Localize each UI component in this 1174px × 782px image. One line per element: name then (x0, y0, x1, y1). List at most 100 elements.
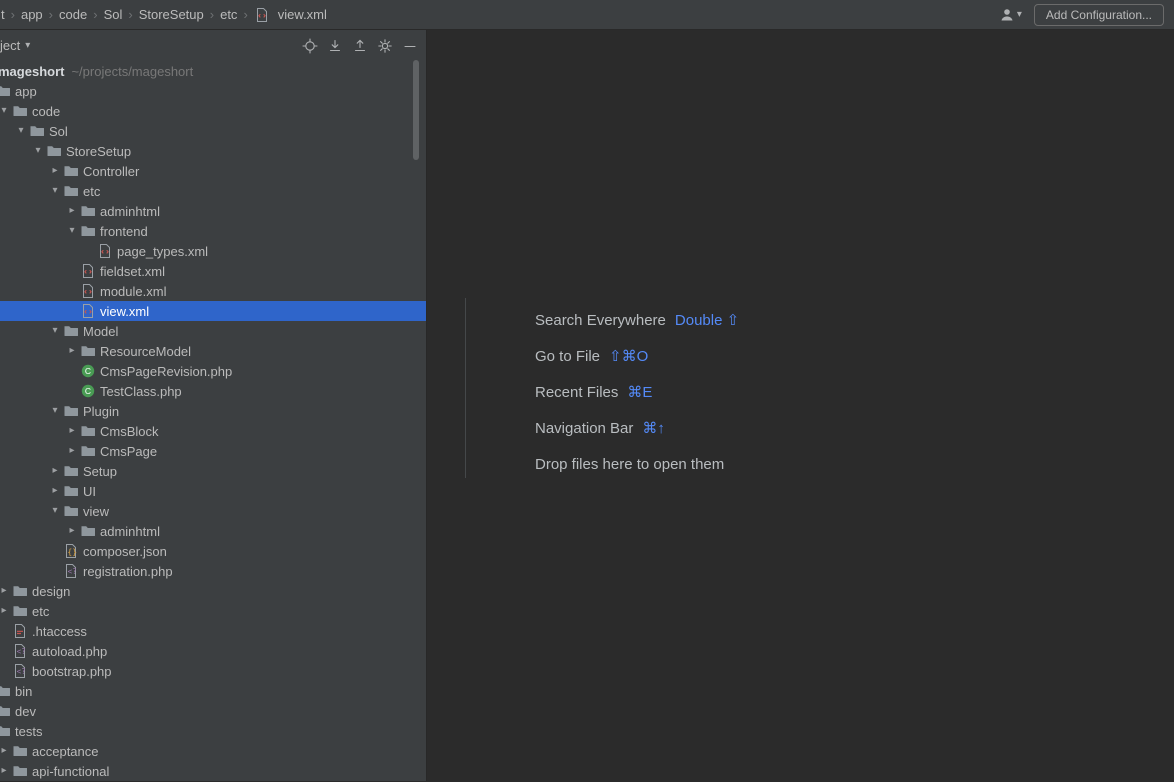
chevron-right-icon[interactable]: ▸ (64, 441, 80, 461)
folder-icon (80, 203, 96, 219)
chevron-right-icon[interactable]: ▸ (64, 341, 80, 361)
tree-item-api-functional[interactable]: ▸ api-functional (0, 761, 426, 781)
chevron-down-icon: ▾ (25, 40, 31, 51)
breadcrumb-item-code[interactable]: code (58, 7, 88, 22)
chevron-down-icon: ▾ (1016, 9, 1022, 20)
tree-item-cmsblock[interactable]: ▸ CmsBlock (0, 421, 426, 441)
tree-item-etc[interactable]: ▸ etc (0, 601, 426, 621)
folder-icon (63, 483, 79, 499)
toolbar-right: ▾ Add Configuration... (999, 3, 1174, 26)
tree-item-page-types-xml[interactable]: page_types.xml (0, 241, 426, 261)
tree-item-label: autoload.php (32, 643, 108, 659)
htaccess-file-icon (12, 623, 28, 639)
tool-window-toolbar (302, 37, 418, 54)
tree-item-controller[interactable]: ▸ Controller (0, 161, 426, 181)
xml-file-icon (80, 263, 96, 279)
chevron-down-icon[interactable]: ▾ (47, 181, 63, 201)
chevron-down-icon[interactable]: ▾ (64, 221, 80, 241)
chevron-right-icon[interactable]: ▸ (0, 761, 12, 781)
tree-item-dev[interactable]: ▸dev (0, 701, 426, 721)
tree-item-tests[interactable]: ▾tests (0, 721, 426, 741)
tree-item-resourcemodel[interactable]: ▸ ResourceModel (0, 341, 426, 361)
tree-item-acceptance[interactable]: ▸ acceptance (0, 741, 426, 761)
breadcrumb-item-etc[interactable]: etc (219, 7, 238, 22)
user-menu[interactable]: ▾ (999, 7, 1022, 23)
tree-item-sol[interactable]: ▾ Sol (0, 121, 426, 141)
tree-item-cmspagerevision-php[interactable]: C CmsPageRevision.php (0, 361, 426, 381)
chevron-down-icon[interactable]: ▾ (47, 401, 63, 421)
tree-item-autoload-php[interactable]: <? autoload.php (0, 641, 426, 661)
breadcrumb-item-file[interactable]: view.xml (253, 7, 328, 23)
chevron-right-icon[interactable]: ▸ (64, 201, 80, 221)
breadcrumb-item-sol[interactable]: Sol (103, 7, 124, 22)
svg-text:C: C (85, 386, 91, 396)
hint-shortcut: ⇧⌘O (609, 348, 649, 365)
tree-item-fieldset-xml[interactable]: fieldset.xml (0, 261, 426, 281)
tree-item-label: mageshort (0, 63, 65, 79)
folder-icon (80, 423, 96, 439)
breadcrumb-item-t[interactable]: t (0, 7, 6, 22)
chevron-right-icon[interactable]: ▸ (0, 741, 12, 761)
tree-item-model[interactable]: ▾ Model (0, 321, 426, 341)
tree-item-view[interactable]: ▾ view (0, 501, 426, 521)
folder-icon (46, 143, 62, 159)
tool-window-title[interactable]: ject ▾ (0, 38, 30, 53)
chevron-right-icon[interactable]: ▸ (47, 481, 63, 501)
svg-text:C: C (85, 366, 91, 376)
tree-item-label: view (83, 503, 110, 519)
tree-item-frontend[interactable]: ▾ frontend (0, 221, 426, 241)
locate-file-icon[interactable] (302, 37, 318, 54)
tree-item-adminhtml[interactable]: ▸ adminhtml (0, 201, 426, 221)
tree-item-adminhtml[interactable]: ▸ adminhtml (0, 521, 426, 541)
hint-shortcut: ⌘↑ (642, 420, 665, 437)
tree-item-label: .htaccess (32, 623, 87, 639)
editor-hint-line: Navigation Bar ⌘↑ (535, 410, 739, 446)
tree-item-composer-json[interactable]: {} composer.json (0, 541, 426, 561)
tree-item-label: adminhtml (100, 203, 160, 219)
chevron-down-icon[interactable]: ▾ (30, 141, 46, 161)
tree-item-bootstrap-php[interactable]: <? bootstrap.php (0, 661, 426, 681)
tree-item-etc[interactable]: ▾ etc (0, 181, 426, 201)
chevron-right-icon[interactable]: ▸ (64, 421, 80, 441)
chevron-right-icon[interactable]: ▸ (0, 581, 12, 601)
folder-icon (80, 523, 96, 539)
expand-all-icon[interactable] (327, 38, 343, 54)
chevron-right-icon[interactable]: ▸ (0, 601, 12, 621)
tree-item-mageshort[interactable]: ▾mageshort~/projects/mageshort (0, 61, 426, 81)
tree-item-bin[interactable]: ▸bin (0, 681, 426, 701)
collapse-all-icon[interactable] (352, 38, 368, 54)
xml-file-icon (80, 303, 96, 319)
chevron-down-icon[interactable]: ▾ (47, 321, 63, 341)
settings-gear-icon[interactable] (377, 38, 393, 54)
editor-hint-line: Drop files here to open them (535, 446, 739, 482)
chevron-down-icon[interactable]: ▾ (13, 121, 29, 141)
chevron-right-icon[interactable]: ▸ (47, 461, 63, 481)
tree-item-testclass-php[interactable]: C TestClass.php (0, 381, 426, 401)
tree-item-plugin[interactable]: ▾ Plugin (0, 401, 426, 421)
breadcrumb-item-storesetup[interactable]: StoreSetup (138, 7, 205, 22)
scrollbar[interactable] (413, 60, 419, 160)
breadcrumb-item-app[interactable]: app (20, 7, 44, 22)
tool-window-header: ject ▾ (0, 30, 426, 61)
add-configuration-button[interactable]: Add Configuration... (1033, 3, 1164, 26)
chevron-right-icon[interactable]: ▸ (47, 161, 63, 181)
tree-item-storesetup[interactable]: ▾ StoreSetup (0, 141, 426, 161)
tree-item-design[interactable]: ▸ design (0, 581, 426, 601)
tree-item-label: CmsBlock (100, 423, 159, 439)
tree-item-registration-php[interactable]: <? registration.php (0, 561, 426, 581)
chevron-right-icon[interactable]: ▸ (64, 521, 80, 541)
chevron-down-icon[interactable]: ▾ (47, 501, 63, 521)
tree-item-module-xml[interactable]: module.xml (0, 281, 426, 301)
tree-item-cmspage[interactable]: ▸ CmsPage (0, 441, 426, 461)
tree-item-code[interactable]: ▾ code (0, 101, 426, 121)
tree-item-ui[interactable]: ▸ UI (0, 481, 426, 501)
tree-item-label: code (32, 103, 61, 119)
hide-panel-icon[interactable] (402, 38, 418, 54)
editor-empty-hints: Search Everywhere Double ⇧ Go to File ⇧⌘O Re… (535, 302, 739, 482)
tree-item-view-xml[interactable]: view.xml (0, 301, 426, 321)
chevron-down-icon[interactable]: ▾ (0, 101, 12, 121)
tree-item-app[interactable]: ▾app (0, 81, 426, 101)
tree-item-label: etc (32, 603, 50, 619)
tree-item-setup[interactable]: ▸ Setup (0, 461, 426, 481)
tree-item-htaccess[interactable]: .htaccess (0, 621, 426, 641)
